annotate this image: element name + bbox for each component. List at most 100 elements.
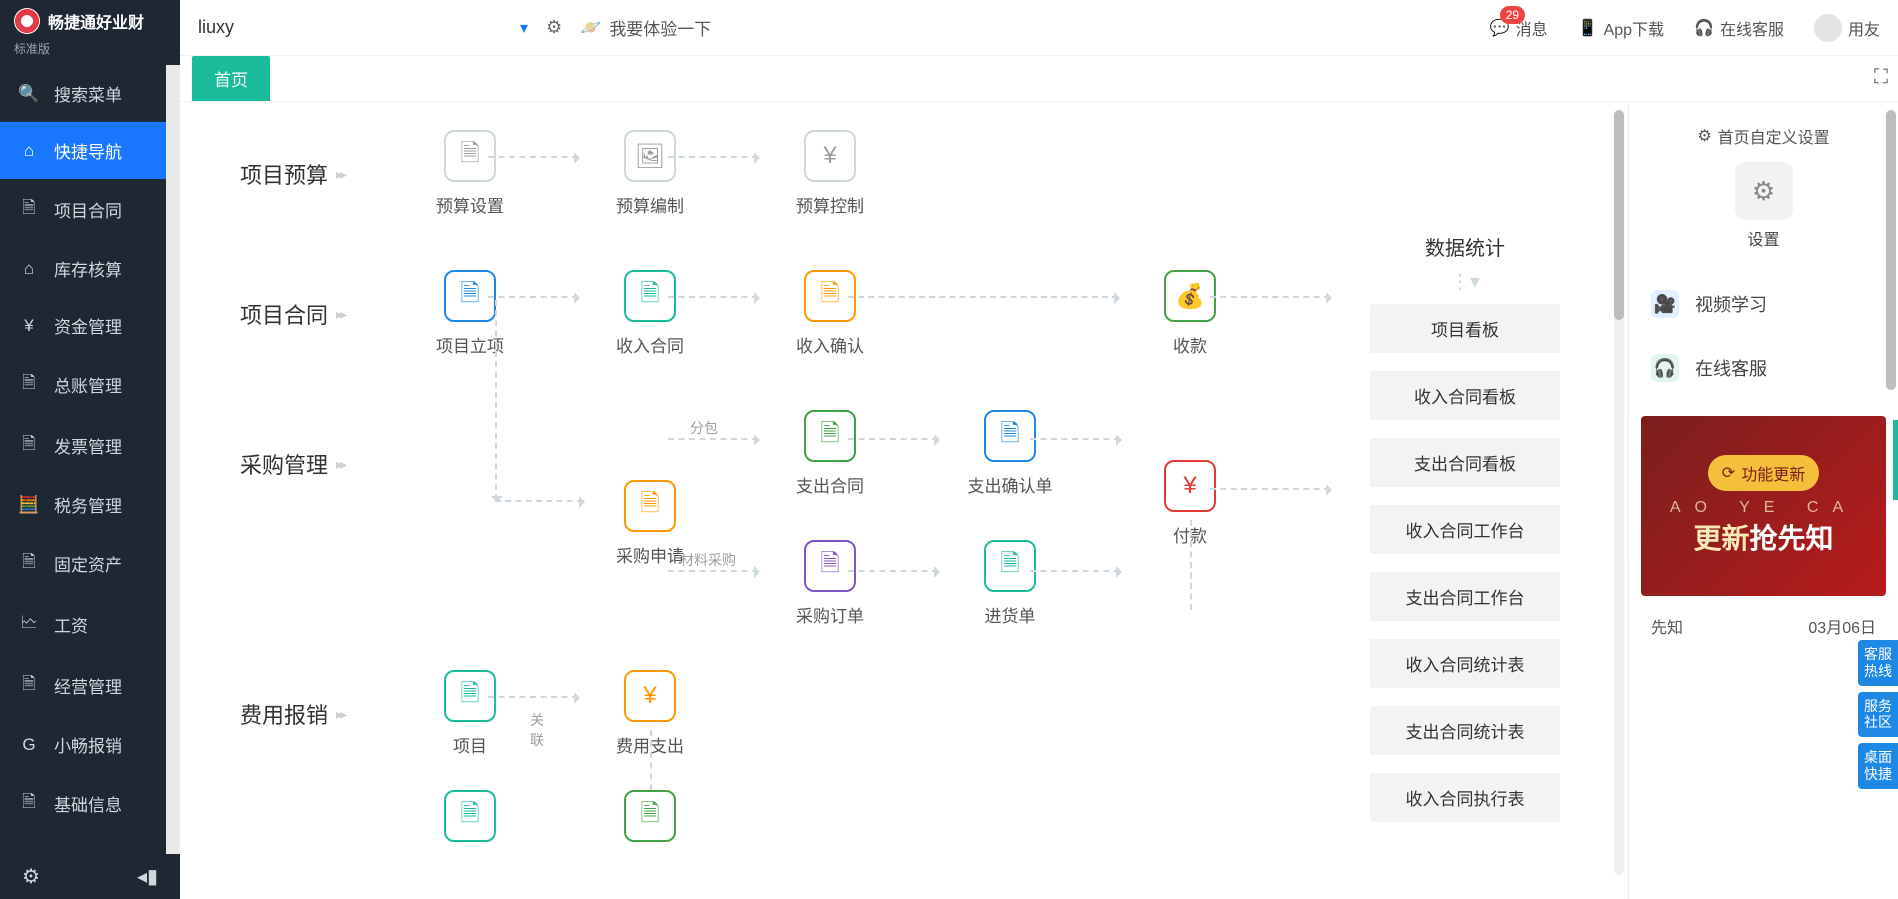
sidebar-item-label: 固定资产 <box>54 551 122 576</box>
doc-icon: 🗎 <box>18 549 40 578</box>
headset-icon: 🎧 <box>1651 354 1679 382</box>
sidebar-item-label: 项目合同 <box>54 197 122 222</box>
stat-income-contract-exec[interactable]: 收入合同执行表 <box>1370 773 1560 822</box>
sidebar-item-general-ledger[interactable]: 🗎 总账管理 <box>0 354 180 415</box>
online-service-button[interactable]: 🎧 在线客服 <box>1694 16 1784 40</box>
topbar: liuxy ▾ ⚙ 🪐 我要体验一下 💬 29 消息 📱 App下载 <box>180 0 1898 56</box>
video-icon: 🎥 <box>1651 290 1679 318</box>
user-menu[interactable]: 用友 <box>1814 14 1880 42</box>
stat-expense-contract-board[interactable]: 支出合同看板 <box>1370 438 1560 487</box>
rail-service-link[interactable]: 🎧 在线客服 <box>1629 336 1898 400</box>
brand: 畅捷通好业财 <box>0 0 180 40</box>
sidebar-item-fixed-assets[interactable]: 🗎 固定资产 <box>0 533 180 594</box>
sidebar-item-label: 快捷导航 <box>54 138 122 163</box>
doc-icon: 🗎 <box>18 431 40 460</box>
label-relate: 关 联 <box>530 710 544 750</box>
section-title-contract: 项目合同▸▸ <box>240 270 390 330</box>
node-budget-setup[interactable]: 🗎预算设置 <box>410 130 530 217</box>
app-download-button[interactable]: 📱 App下载 <box>1578 16 1664 40</box>
rail-footer-left: 先知 <box>1651 614 1683 638</box>
sidebar-scrollbar[interactable]: 🔍 搜索菜单 ⌂ 快捷导航 🗎 项目合同 ⌂ 库存核算 ¥ 资金管理 🗎 总账 <box>0 65 180 854</box>
stat-income-contract-table[interactable]: 收入合同统计表 <box>1370 639 1560 688</box>
sidebar-footer: ⚙ ◂▮ <box>0 854 180 899</box>
refresh-icon: ⟳ <box>1722 463 1735 483</box>
float-tab-community[interactable]: 服务 社区 <box>1858 692 1898 738</box>
sidebar-item-tax[interactable]: 🧮 税务管理 <box>0 476 180 533</box>
sidebar-item-operations[interactable]: 🗎 经营管理 <box>0 655 180 716</box>
sidebar-item-inventory[interactable]: ⌂ 库存核算 <box>0 240 180 297</box>
canvas-scrollbar[interactable] <box>1614 110 1624 875</box>
node-budget-compile[interactable]: 🖼预算编制 <box>590 130 710 217</box>
node-income-contract[interactable]: 🗎收入合同 <box>590 270 710 357</box>
gear-icon: ⚙ <box>1697 126 1711 146</box>
collapse-icon[interactable]: ◂▮ <box>137 864 158 889</box>
sidebar-item-invoice[interactable]: 🗎 发票管理 <box>0 415 180 476</box>
phone-icon: 📱 <box>1578 18 1598 38</box>
search-icon: 🔍 <box>18 84 40 104</box>
stat-expense-contract-table[interactable]: 支出合同统计表 <box>1370 706 1560 755</box>
fullscreen-icon[interactable]: ⛶ <box>1874 66 1888 89</box>
sidebar-item-salary[interactable]: 🗠 工资 <box>0 594 180 655</box>
promo-banner[interactable]: ⟳ 功能更新 AO YE CA 更新抢先知 <box>1641 416 1886 596</box>
sidebar-item-funds[interactable]: ¥ 资金管理 <box>0 297 180 354</box>
node-goods-in[interactable]: 🗎进货单 <box>950 540 1070 627</box>
node-placeholder-a[interactable]: 🗎 <box>410 790 530 852</box>
sidebar-item-label: 基础信息 <box>54 791 122 816</box>
sidebar-item-label: 库存核算 <box>54 256 122 281</box>
promo-line1: AO YE CA <box>1670 499 1857 517</box>
node-income-confirm[interactable]: 🗎收入确认 <box>770 270 890 357</box>
down-arrow-icon: ⋮▾ <box>1370 269 1560 294</box>
node-project[interactable]: 🗎项目 <box>410 670 530 757</box>
sidebar-item-label: 小畅报销 <box>54 732 122 757</box>
house-icon: ⌂ <box>18 259 40 279</box>
stats-title: 数据统计 <box>1370 232 1560 261</box>
float-tab-hotline[interactable]: 客服 热线 <box>1858 640 1898 686</box>
node-expense-confirm[interactable]: 🗎支出确认单 <box>950 410 1070 497</box>
try-demo-button[interactable]: 🪐 我要体验一下 <box>580 15 711 40</box>
rail-settings-label: 设置 <box>1629 226 1898 250</box>
rail-settings-tile[interactable]: ⚙ <box>1735 162 1793 220</box>
doc-icon: 🗎 <box>18 789 40 818</box>
node-expense-contract[interactable]: 🗎支出合同 <box>770 410 890 497</box>
rail-video-label: 视频学习 <box>1695 291 1767 317</box>
node-procure-order[interactable]: 🗎采购订单 <box>770 540 890 627</box>
tab-bar: 首页 ⛶ <box>180 56 1898 102</box>
sidebar-item-label: 经营管理 <box>54 673 122 698</box>
float-tab-desktop[interactable]: 桌面 快捷 <box>1858 743 1898 789</box>
stat-income-contract-board[interactable]: 收入合同看板 <box>1370 371 1560 420</box>
rail-scrollbar[interactable] <box>1886 110 1896 390</box>
stat-expense-contract-workbench[interactable]: 支出合同工作台 <box>1370 572 1560 621</box>
section-title-expense: 费用报销▸▸ <box>240 670 390 730</box>
sidebar-item-label: 工资 <box>54 612 88 637</box>
settings-icon[interactable]: ⚙ <box>22 864 40 889</box>
sidebar-item-label: 资金管理 <box>54 313 122 338</box>
account-selector[interactable]: liuxy ▾ <box>198 17 528 38</box>
node-project-initiate[interactable]: 🗎项目立项 <box>410 270 530 357</box>
tab-home[interactable]: 首页 <box>192 56 270 101</box>
rail-video-link[interactable]: 🎥 视频学习 <box>1629 272 1898 336</box>
sidebar-item-search[interactable]: 🔍 搜索菜单 <box>0 65 180 122</box>
sidebar: 畅捷通好业财 标准版 🔍 搜索菜单 ⌂ 快捷导航 🗎 项目合同 ⌂ 库存核算 ¥ <box>0 0 180 899</box>
rail-service-label: 在线客服 <box>1695 355 1767 381</box>
node-budget-control[interactable]: ¥预算控制 <box>770 130 890 217</box>
node-placeholder-b[interactable]: 🗎 <box>590 790 710 852</box>
sidebar-item-quicknav[interactable]: ⌂ 快捷导航 <box>0 122 180 179</box>
node-receipt[interactable]: 💰收款 <box>1130 270 1250 357</box>
sidebar-item-basic-info[interactable]: 🗎 基础信息 <box>0 773 180 834</box>
label-material: 材料采购 <box>680 550 736 570</box>
sidebar-item-xiaochang[interactable]: G 小畅报销 <box>0 716 180 773</box>
sidebar-item-project-contract[interactable]: 🗎 项目合同 <box>0 179 180 240</box>
label-subpackage: 分包 <box>690 418 718 438</box>
promo-pill: ⟳ 功能更新 <box>1708 455 1819 491</box>
edition-label: 标准版 <box>0 40 180 65</box>
headset-icon: 🎧 <box>1694 18 1714 38</box>
doc-icon: 🗎 <box>18 195 40 224</box>
gear-icon[interactable]: ⚙ <box>546 17 562 38</box>
messages-button[interactable]: 💬 29 消息 <box>1490 16 1548 40</box>
stat-project-board[interactable]: 项目看板 <box>1370 304 1560 353</box>
stat-income-contract-workbench[interactable]: 收入合同工作台 <box>1370 505 1560 554</box>
rail-custom-title: ⚙ 首页自定义设置 <box>1629 124 1898 148</box>
yen-icon: ¥ <box>18 316 40 336</box>
chart-icon: 🗠 <box>18 610 40 639</box>
home-icon: ⌂ <box>18 141 40 161</box>
